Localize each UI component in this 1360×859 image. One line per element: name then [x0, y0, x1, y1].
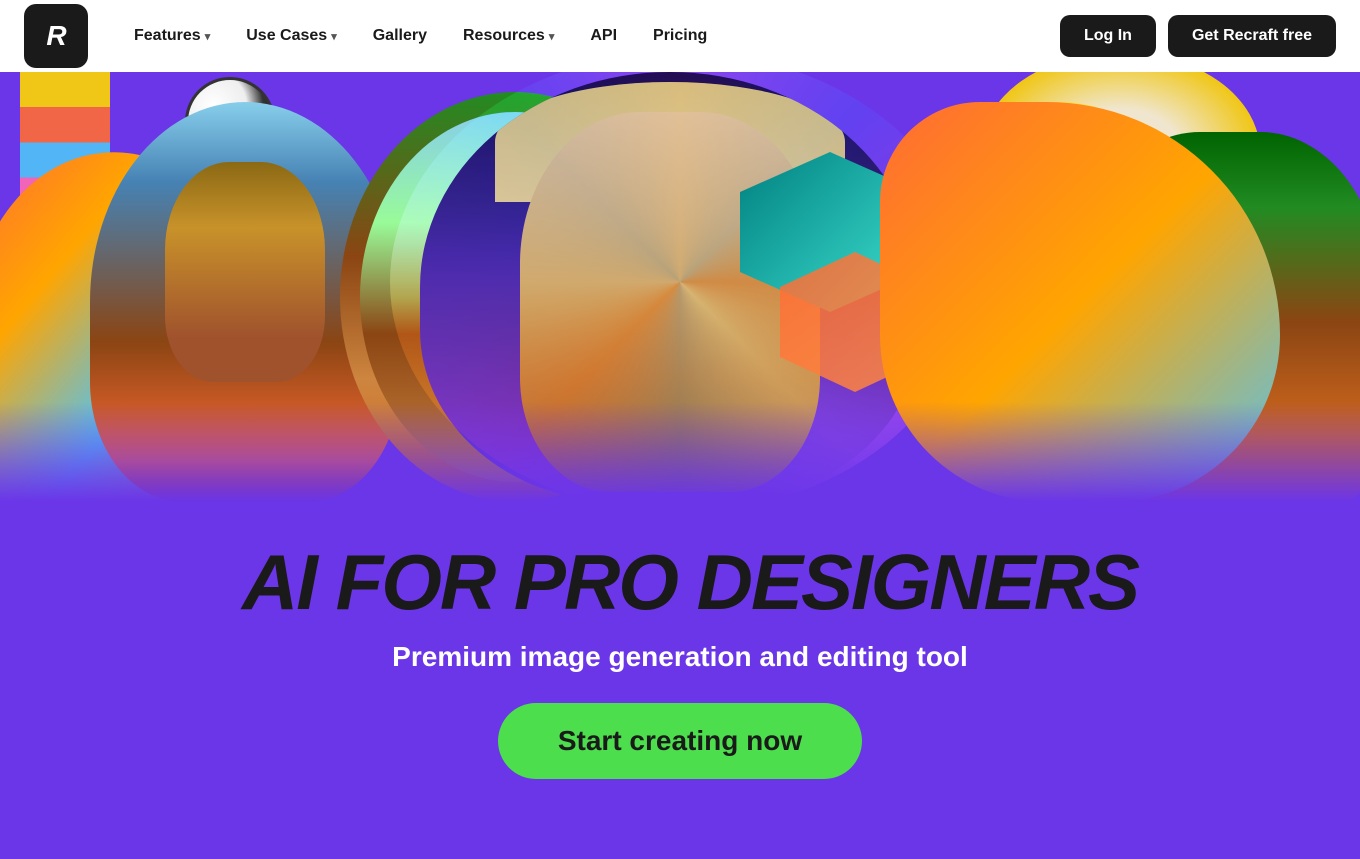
nav-api-label: API: [590, 27, 617, 45]
hero-subtitle: Premium image generation and editing too…: [392, 641, 968, 673]
navbar: R Features ▾ Use Cases ▾ Gallery Resourc…: [0, 0, 1360, 72]
nav-actions: Log In Get Recraft free: [1060, 15, 1336, 57]
nav-features-label: Features: [134, 27, 201, 45]
nav-item-resources[interactable]: Resources ▾: [449, 19, 568, 53]
nav-item-pricing[interactable]: Pricing: [639, 19, 721, 53]
hero-collage: [0, 72, 1360, 502]
nav-resources-label: Resources: [463, 27, 545, 45]
get-recraft-free-button[interactable]: Get Recraft free: [1168, 15, 1336, 57]
nav-item-api[interactable]: API: [576, 19, 631, 53]
chevron-down-icon: ▾: [205, 30, 211, 43]
nav-item-gallery[interactable]: Gallery: [359, 19, 441, 53]
logo-text: R: [46, 20, 65, 52]
athlete-face: [165, 162, 325, 382]
chevron-down-icon-3: ▾: [549, 30, 555, 43]
collage-inner: [0, 72, 1360, 502]
hero-section: AI FOR PRO DESIGNERS Premium image gener…: [0, 72, 1360, 859]
login-button[interactable]: Log In: [1060, 15, 1156, 57]
nav-links: Features ▾ Use Cases ▾ Gallery Resources…: [120, 19, 1060, 53]
nav-item-use-cases[interactable]: Use Cases ▾: [232, 19, 350, 53]
bottom-fade: [0, 402, 1360, 502]
logo[interactable]: R: [24, 4, 88, 68]
nav-item-features[interactable]: Features ▾: [120, 19, 224, 53]
start-creating-button[interactable]: Start creating now: [498, 703, 862, 779]
chevron-down-icon-2: ▾: [331, 30, 337, 43]
nav-pricing-label: Pricing: [653, 27, 707, 45]
hero-text-section: AI FOR PRO DESIGNERS Premium image gener…: [0, 502, 1360, 859]
hero-title: AI FOR PRO DESIGNERS: [0, 543, 1360, 621]
nav-gallery-label: Gallery: [373, 27, 427, 45]
nav-use-cases-label: Use Cases: [246, 27, 327, 45]
